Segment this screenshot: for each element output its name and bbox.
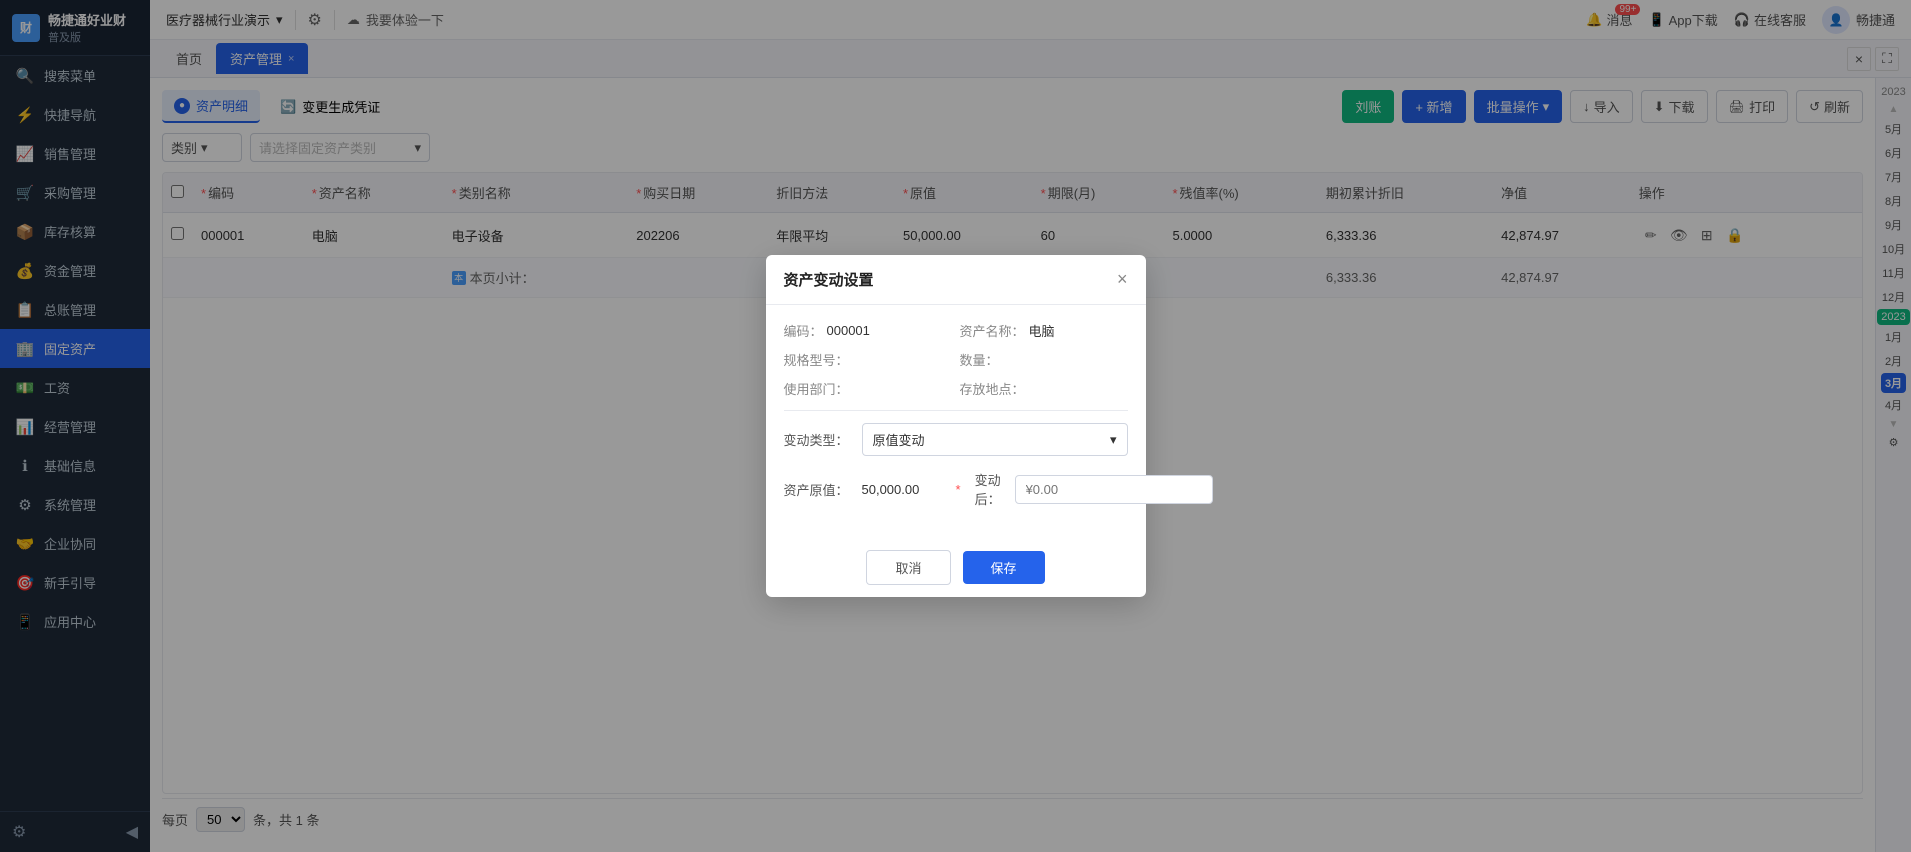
change-type-select[interactable]: 原值变动 ▾: [862, 423, 1128, 456]
info-dept: 使用部门：: [784, 379, 952, 398]
asset-change-modal: 资产变动设置 × 编码： 000001 资产名称： 电脑 规格型号： 数量：: [766, 255, 1146, 597]
modal-overlay[interactable]: 资产变动设置 × 编码： 000001 资产名称： 电脑 规格型号： 数量：: [0, 0, 1911, 852]
cancel-button[interactable]: 取消: [866, 550, 950, 585]
modal-header: 资产变动设置 ×: [766, 255, 1146, 305]
info-code: 编码： 000001: [784, 321, 952, 340]
after-change-input[interactable]: [1015, 475, 1213, 504]
info-asset-name: 资产名称： 电脑: [960, 321, 1128, 340]
save-button[interactable]: 保存: [963, 551, 1045, 584]
modal-divider: [784, 410, 1128, 411]
asset-value-display: 50,000.00: [862, 482, 942, 497]
after-change-label: 变动后：: [975, 470, 1001, 508]
required-star: *: [956, 482, 961, 497]
modal-close-btn[interactable]: ×: [1117, 269, 1128, 290]
asset-value-row: 资产原值： 50,000.00 * 变动后：: [784, 470, 1128, 508]
change-type-label: 变动类型：: [784, 430, 854, 449]
change-type-row: 变动类型： 原值变动 ▾: [784, 423, 1128, 456]
change-type-dropdown-icon: ▾: [1110, 432, 1117, 448]
modal-body: 编码： 000001 资产名称： 电脑 规格型号： 数量： 使用部门：: [766, 305, 1146, 538]
info-quantity: 数量：: [960, 350, 1128, 369]
modal-info-grid: 编码： 000001 资产名称： 电脑 规格型号： 数量： 使用部门：: [784, 321, 1128, 398]
asset-value-label: 资产原值：: [784, 480, 854, 499]
info-location: 存放地点：: [960, 379, 1128, 398]
info-spec: 规格型号：: [784, 350, 952, 369]
modal-footer: 取消 保存: [766, 538, 1146, 597]
modal-title: 资产变动设置: [784, 269, 874, 290]
